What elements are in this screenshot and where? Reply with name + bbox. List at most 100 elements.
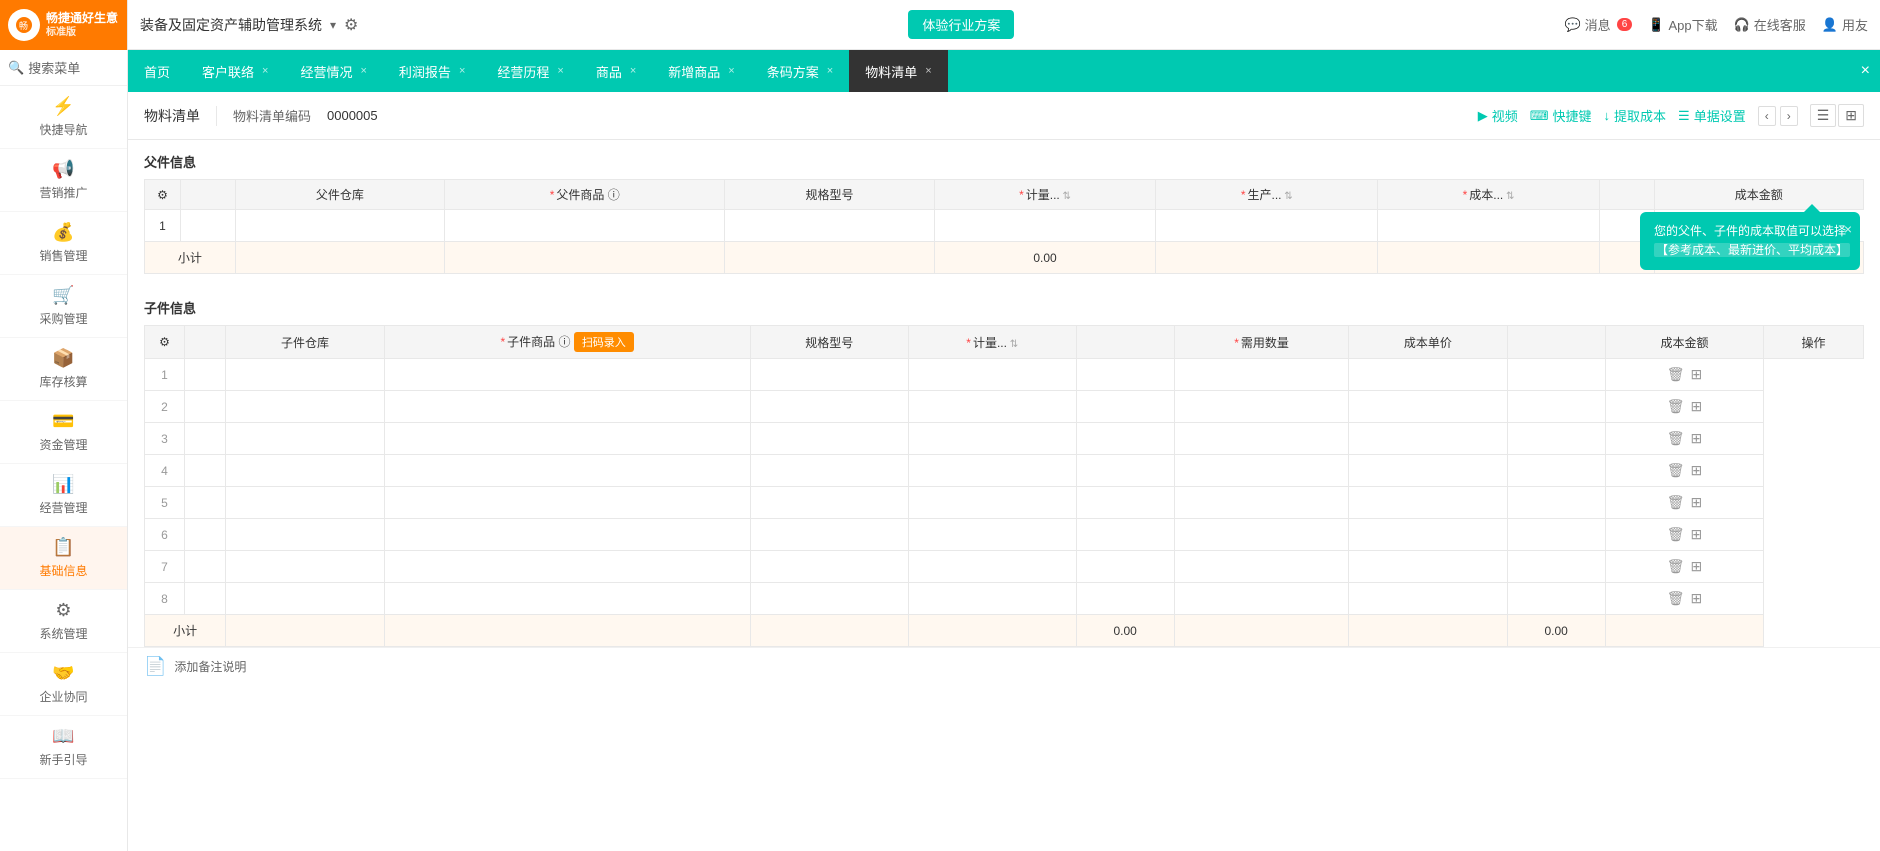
sidebar-item-operations[interactable]: 📊 经营管理: [0, 464, 127, 527]
parent-row1-goods[interactable]: [235, 210, 444, 242]
headset-icon: 🎧: [1734, 17, 1750, 33]
search-menu-item[interactable]: 🔍 搜索菜单: [0, 50, 127, 86]
child-th-warehouse: 子件仓库: [226, 326, 384, 359]
parent-th-goods: *父件商品 ⓘ: [445, 180, 725, 210]
tab-close-goods[interactable]: ×: [630, 65, 636, 77]
child-row3-num: 3: [145, 423, 185, 455]
extract-cost-action[interactable]: ↓ 提取成本: [1604, 106, 1667, 125]
tooltip-close-btn[interactable]: ×: [1844, 218, 1852, 240]
parent-th-settings[interactable]: ⚙: [145, 180, 181, 210]
tab-close-profit[interactable]: ×: [459, 65, 465, 77]
sidebar-item-quick-nav[interactable]: ⚡ 快捷导航: [0, 86, 127, 149]
tab-new-goods[interactable]: 新增商品 ×: [652, 50, 750, 92]
copy-row1-icon[interactable]: ⊞: [1690, 366, 1702, 383]
child-row1-goods[interactable]: [226, 359, 384, 391]
child-row6-num: 6: [145, 519, 185, 551]
parent-row1-unit[interactable]: [725, 210, 934, 242]
child-row1-spec[interactable]: [384, 359, 750, 391]
tab-close-barcode[interactable]: ×: [827, 65, 833, 77]
tab-goods[interactable]: 商品 ×: [580, 50, 652, 92]
child-th-unit[interactable]: *计量...: [908, 326, 1076, 359]
child-row-1: 1 🗑: [145, 359, 1864, 391]
child-row2-spec[interactable]: [384, 391, 750, 423]
sidebar: 畅 畅捷通好生意 标准版 🔍 搜索菜单 ⚡ 快捷导航 📢 营销推广 💰 销售管理…: [0, 0, 128, 851]
delete-row3-icon[interactable]: 🗑: [1667, 430, 1685, 447]
scan-input-btn[interactable]: 扫码录入: [574, 332, 634, 352]
view-video-action[interactable]: ▶ 视频: [1478, 106, 1518, 125]
sidebar-item-finance[interactable]: 💳 资金管理: [0, 401, 127, 464]
close-all-tabs[interactable]: ×: [1851, 50, 1880, 92]
parent-row1-cost[interactable]: [1156, 210, 1378, 242]
delete-row8-icon[interactable]: 🗑: [1667, 590, 1685, 607]
sidebar-item-sales[interactable]: 💰 销售管理: [0, 212, 127, 275]
sidebar-item-marketing[interactable]: 📢 营销推广: [0, 149, 127, 212]
parent-th-cost[interactable]: *成本...: [1378, 180, 1600, 210]
parent-row1-spec[interactable]: [445, 210, 725, 242]
tab-operations-status[interactable]: 经营情况 ×: [284, 50, 382, 92]
child-th-settings[interactable]: ⚙: [145, 326, 185, 359]
delete-row7-icon[interactable]: 🗑: [1667, 558, 1685, 575]
delete-row5-icon[interactable]: 🗑: [1667, 494, 1685, 511]
parent-row1-production[interactable]: [934, 210, 1156, 242]
tab-close-bom[interactable]: ×: [925, 65, 931, 77]
sidebar-item-purchase[interactable]: 🛒 采购管理: [0, 275, 127, 338]
single-settings-action[interactable]: ☰ 单据设置: [1678, 106, 1746, 125]
copy-row6-icon[interactable]: ⊞: [1690, 526, 1702, 543]
tab-close-operations[interactable]: ×: [360, 65, 366, 77]
tab-profit[interactable]: 利润报告 ×: [383, 50, 481, 92]
copy-row8-icon[interactable]: ⊞: [1690, 590, 1702, 607]
user-item[interactable]: 👤 用友: [1822, 15, 1868, 34]
child-row1-unit-price[interactable]: [1174, 359, 1349, 391]
parent-th-production[interactable]: *生产...: [1156, 180, 1378, 210]
next-page-btn[interactable]: ›: [1780, 106, 1798, 126]
shortcut-action[interactable]: ⌨ 快捷键: [1530, 106, 1592, 125]
copy-row5-icon[interactable]: ⊞: [1690, 494, 1702, 511]
copy-row2-icon[interactable]: ⊞: [1690, 398, 1702, 415]
sidebar-item-system[interactable]: ⚙ 系统管理: [0, 590, 127, 653]
sidebar-item-inventory[interactable]: 📦 库存核算: [0, 338, 127, 401]
child-section: 子件信息 ⚙ 子件仓库 *子件商品 ⓘ 扫码录入 规格型号 *计量.: [128, 286, 1880, 647]
child-row2-goods[interactable]: [226, 391, 384, 423]
parent-th-unit[interactable]: *计量...: [934, 180, 1156, 210]
experience-btn[interactable]: 体验行业方案: [908, 10, 1014, 39]
delete-row6-icon[interactable]: 🗑: [1667, 526, 1685, 543]
child-row1-warehouse[interactable]: [185, 359, 226, 391]
prev-page-btn[interactable]: ‹: [1758, 106, 1776, 126]
parent-row1-rownum: 1: [145, 210, 181, 242]
tab-bom[interactable]: 物料清单 ×: [849, 50, 947, 92]
child-row1-qty[interactable]: [1076, 359, 1174, 391]
child-row-7: 7 🗑 ⊞: [145, 551, 1864, 583]
delete-row2-icon[interactable]: 🗑: [1667, 398, 1685, 415]
parent-row1-warehouse[interactable]: [181, 210, 236, 242]
list-view-btn[interactable]: ☰: [1810, 104, 1837, 127]
child-row2-qty[interactable]: [1076, 391, 1174, 423]
tab-close-customer[interactable]: ×: [262, 65, 268, 77]
copy-row3-icon[interactable]: ⊞: [1690, 430, 1702, 447]
copy-row7-icon[interactable]: ⊞: [1690, 558, 1702, 575]
child-row2-unit-price[interactable]: [1174, 391, 1349, 423]
view-toggle: ☰ ⊞: [1810, 104, 1864, 127]
sales-icon: 💰: [52, 222, 74, 243]
copy-row4-icon[interactable]: ⊞: [1690, 462, 1702, 479]
sidebar-item-guide[interactable]: 📖 新手引导: [0, 716, 127, 779]
child-row2-unit[interactable]: [750, 391, 908, 423]
grid-view-btn[interactable]: ⊞: [1838, 104, 1864, 127]
delete-row1-icon[interactable]: 🗑: [1667, 366, 1685, 383]
settings-gear-icon[interactable]: ⚙: [344, 15, 358, 35]
tab-barcode[interactable]: 条码方案 ×: [751, 50, 849, 92]
sidebar-item-basic-info[interactable]: 📋 基础信息: [0, 527, 127, 590]
child-row2-warehouse[interactable]: [185, 391, 226, 423]
sidebar-item-enterprise[interactable]: 🤝 企业协同: [0, 653, 127, 716]
system-dropdown[interactable]: ▾: [330, 18, 336, 32]
delete-row4-icon[interactable]: 🗑: [1667, 462, 1685, 479]
online-service-item[interactable]: 🎧 在线客服: [1734, 15, 1806, 34]
tab-customer[interactable]: 客户联络 ×: [186, 50, 284, 92]
tab-close-history[interactable]: ×: [557, 65, 563, 77]
system-icon: ⚙: [55, 600, 71, 621]
app-download-item[interactable]: 📱 App下载: [1648, 15, 1717, 34]
message-item[interactable]: 💬 消息 6: [1564, 15, 1632, 34]
child-row1-unit[interactable]: [750, 359, 908, 391]
tab-history[interactable]: 经营历程 ×: [481, 50, 579, 92]
tab-home[interactable]: 首页: [128, 50, 186, 92]
tab-close-new-goods[interactable]: ×: [728, 65, 734, 77]
